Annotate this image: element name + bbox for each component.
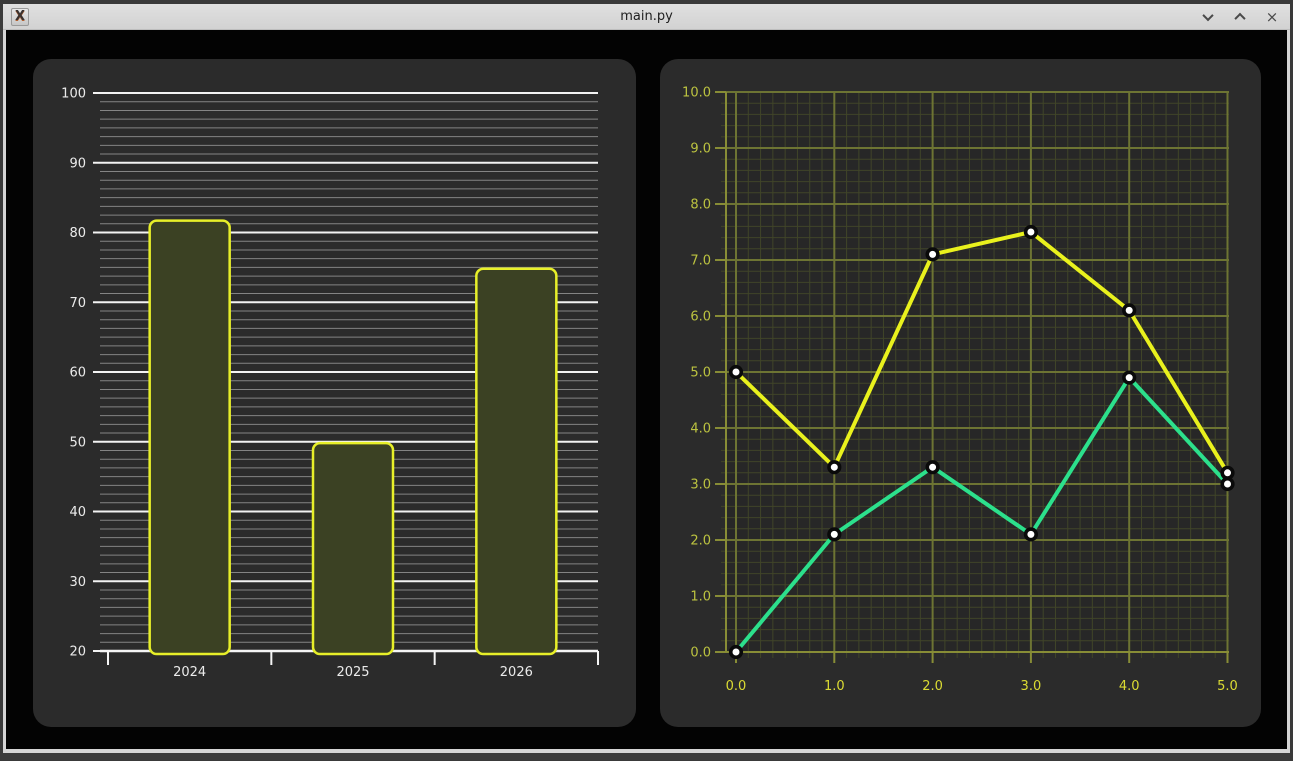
svg-text:3.0: 3.0: [690, 478, 711, 493]
bar-chart-panel: 20 30 40 50 60 70 80 90 100 2024 2025 2026: [33, 59, 636, 727]
svg-text:7.0: 7.0: [690, 254, 711, 269]
bar-chart: 20 30 40 50 60 70 80 90 100 2024 2025 2026: [61, 87, 599, 680]
svg-text:60: 60: [69, 366, 86, 381]
svg-text:5.0: 5.0: [690, 366, 711, 381]
svg-text:4.0: 4.0: [1119, 679, 1140, 694]
svg-text:0.0: 0.0: [690, 646, 711, 661]
close-button[interactable]: ×: [1264, 9, 1280, 25]
window-controls: ×: [1200, 4, 1280, 30]
svg-text:3.0: 3.0: [1021, 679, 1042, 694]
svg-text:8.0: 8.0: [690, 198, 711, 213]
svg-text:90: 90: [69, 156, 86, 171]
minimize-button[interactable]: [1200, 9, 1216, 25]
svg-text:2025: 2025: [336, 665, 369, 680]
titlebar[interactable]: X main.py ×: [3, 4, 1290, 30]
close-icon: ×: [1265, 8, 1279, 26]
svg-text:2.0: 2.0: [922, 679, 943, 694]
svg-text:70: 70: [69, 296, 86, 311]
svg-text:20: 20: [69, 645, 86, 660]
svg-text:5.0: 5.0: [1217, 679, 1238, 694]
svg-text:0.0: 0.0: [726, 679, 747, 694]
svg-text:50: 50: [69, 435, 86, 450]
svg-text:1.0: 1.0: [690, 590, 711, 605]
chevron-up-icon: [1234, 12, 1246, 25]
line-chart-panel: 0.0 1.0 2.0 3.0 4.0 5.0 0.0 1.0 2.0 3.0 4.0 5.0 6.0 7…: [660, 59, 1261, 727]
window-border: X main.py × 20 30 40 50 60 70 80 90 100 2024 2025 2…: [3, 4, 1290, 753]
svg-text:4.0: 4.0: [690, 422, 711, 437]
svg-text:2.0: 2.0: [690, 534, 711, 549]
window-title: main.py: [620, 9, 673, 24]
svg-text:2024: 2024: [173, 665, 206, 680]
svg-text:10.0: 10.0: [682, 86, 711, 101]
svg-text:40: 40: [69, 505, 86, 520]
maximize-button[interactable]: [1232, 9, 1248, 25]
svg-text:30: 30: [69, 575, 86, 590]
svg-text:2026: 2026: [500, 665, 533, 680]
svg-text:100: 100: [61, 87, 86, 102]
line-chart: 0.0 1.0 2.0 3.0 4.0 5.0 0.0 1.0 2.0 3.0 4.0 5.0 6.0 7…: [682, 86, 1238, 695]
svg-text:80: 80: [69, 226, 86, 241]
chevron-down-icon: [1202, 9, 1214, 22]
client-area: 20 30 40 50 60 70 80 90 100 2024 2025 2026 0.0 1.0 2.…: [6, 30, 1287, 749]
svg-text:6.0: 6.0: [690, 310, 711, 325]
svg-text:1.0: 1.0: [824, 679, 845, 694]
svg-text:9.0: 9.0: [690, 142, 711, 157]
window-frame: X main.py × 20 30 40 50 60 70 80 90 100 2024 2025 2…: [0, 0, 1293, 761]
